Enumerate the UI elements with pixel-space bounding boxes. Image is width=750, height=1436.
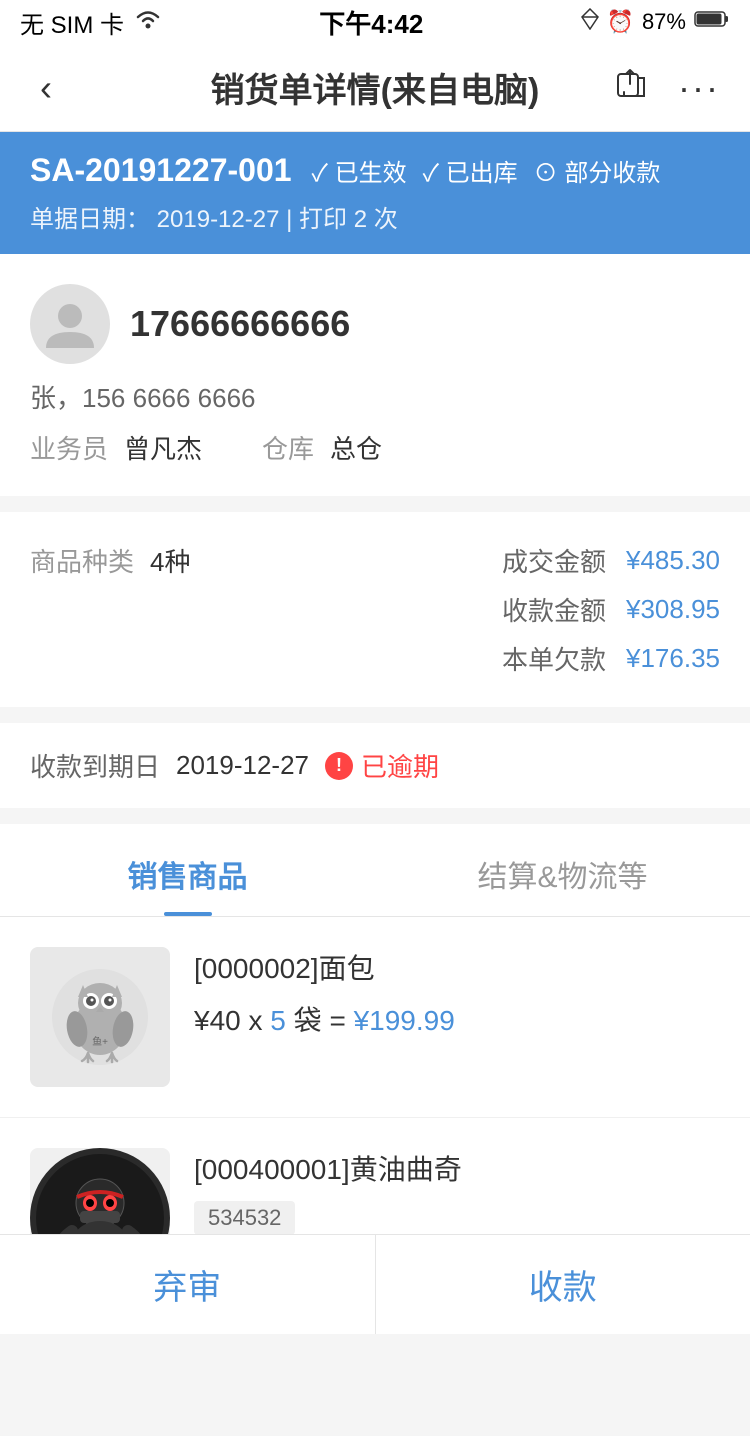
customer-phone-display: 17666666666 [130, 303, 350, 345]
due-date-value: 2019-12-27 [176, 750, 309, 781]
page-title: 销货单详情(来自电脑) [211, 63, 540, 112]
product-thumb-1: 鱼+ [30, 947, 170, 1087]
total-amount-label: 成交金额 [502, 542, 606, 579]
nav-bar: ‹ 销货单详情(来自电脑) ··· [0, 44, 750, 132]
print-label: | 打印 [286, 206, 347, 233]
owed-value: ¥176.35 [626, 643, 720, 674]
alarm-icon: ⏰ [607, 9, 634, 35]
battery-text: 87% [642, 9, 686, 35]
badge-shipped: ✓ 已出库 [423, 153, 518, 188]
back-button[interactable]: ‹ [30, 57, 62, 119]
order-date: 2019-12-27 [157, 206, 280, 233]
print-suffix: 次 [374, 206, 398, 233]
collect-payment-button[interactable]: 收款 [376, 1235, 750, 1334]
sales-info: 业务员 曾凡杰 [30, 429, 202, 466]
svg-text:鱼+: 鱼+ [92, 1035, 108, 1048]
status-time: 下午4:42 [319, 4, 423, 41]
order-header: SA-20191227-001 ✓ 已生效 ✓ 已出库 ⊙ 部分收款 单据日期：… [0, 132, 750, 254]
tab-sales-products[interactable]: 销售商品 [0, 824, 375, 916]
wifi-icon [134, 8, 162, 36]
bottom-bar: 弃审 收款 [0, 1234, 750, 1334]
location-icon [581, 8, 599, 36]
tabs-section: 销售商品 结算&物流等 [0, 824, 750, 917]
warehouse-label: 仓库 [262, 429, 314, 466]
product-name-1: [0000002]面包 [194, 947, 720, 987]
product-price-1: ¥40 x 5 袋 = ¥199.99 [194, 999, 720, 1039]
status-left: 无 SIM 卡 [20, 5, 162, 40]
carrier-text: 无 SIM 卡 [20, 5, 124, 40]
owed-row: 本单欠款 ¥176.35 [502, 640, 720, 677]
total-amount-row: 成交金额 ¥485.30 [502, 542, 720, 579]
status-bar: 无 SIM 卡 下午4:42 ⏰ 87% [0, 0, 750, 44]
sales-name: 曾凡杰 [124, 429, 202, 466]
product-unit-1: 袋 [294, 1005, 322, 1036]
badge-partial: ⊙ 部分收款 [534, 153, 661, 188]
share-icon[interactable] [616, 68, 648, 107]
more-icon[interactable]: ··· [678, 67, 720, 109]
tab-settlement-logistics[interactable]: 结算&物流等 [375, 824, 750, 916]
product-total-1: ¥199.99 [354, 1005, 455, 1036]
abandon-review-button[interactable]: 弃审 [0, 1235, 376, 1334]
received-row: 收款金额 ¥308.95 [502, 591, 720, 628]
product-info-1: [0000002]面包 ¥40 x 5 袋 = ¥199.99 [194, 947, 720, 1039]
product-qty-1: 5 [270, 1005, 286, 1036]
product-tag-2: 534532 [194, 1201, 295, 1235]
print-count: 2 [354, 206, 367, 233]
sales-label: 业务员 [30, 429, 108, 466]
warehouse-info: 仓库 总仓 [262, 429, 382, 466]
badge-effective: ✓ 已生效 [312, 153, 407, 188]
status-right: ⏰ 87% [581, 8, 730, 36]
product-item-1: 鱼+ [0000002]面包 ¥40 x 5 袋 = ¥199.99 [0, 917, 750, 1118]
warehouse-name: 总仓 [330, 429, 382, 466]
overdue-text: 已逾期 [361, 747, 439, 784]
date-label: 单据日期： [30, 206, 150, 233]
product-count: 4种 [150, 542, 190, 579]
customer-contact: 张，156 6666 6666 [30, 378, 720, 415]
product-type-label: 商品种类 [30, 542, 134, 579]
received-value: ¥308.95 [626, 594, 720, 625]
order-date-row: 单据日期： 2019-12-27 | 打印 2 次 [30, 199, 720, 234]
summary-section: 商品种类 4种 成交金额 ¥485.30 收款金额 ¥308.95 本单欠款 ¥… [0, 512, 750, 707]
overdue-badge: ! 已逾期 [325, 747, 439, 784]
overdue-icon: ! [325, 752, 353, 780]
product-price-base-1: ¥40 [194, 1005, 241, 1036]
customer-section: 17666666666 张，156 6666 6666 业务员 曾凡杰 仓库 总… [0, 254, 750, 496]
battery-icon [694, 9, 730, 35]
total-amount-value: ¥485.30 [626, 545, 720, 576]
order-id: SA-20191227-001 [30, 152, 292, 189]
product-name-2: [000400001]黄油曲奇 [194, 1148, 720, 1188]
owed-label: 本单欠款 [502, 640, 606, 677]
due-date-label: 收款到期日 [30, 747, 160, 784]
due-date-section: 收款到期日 2019-12-27 ! 已逾期 [0, 723, 750, 808]
nav-right-actions: ··· [616, 67, 720, 109]
received-label: 收款金额 [502, 591, 606, 628]
avatar [30, 284, 110, 364]
